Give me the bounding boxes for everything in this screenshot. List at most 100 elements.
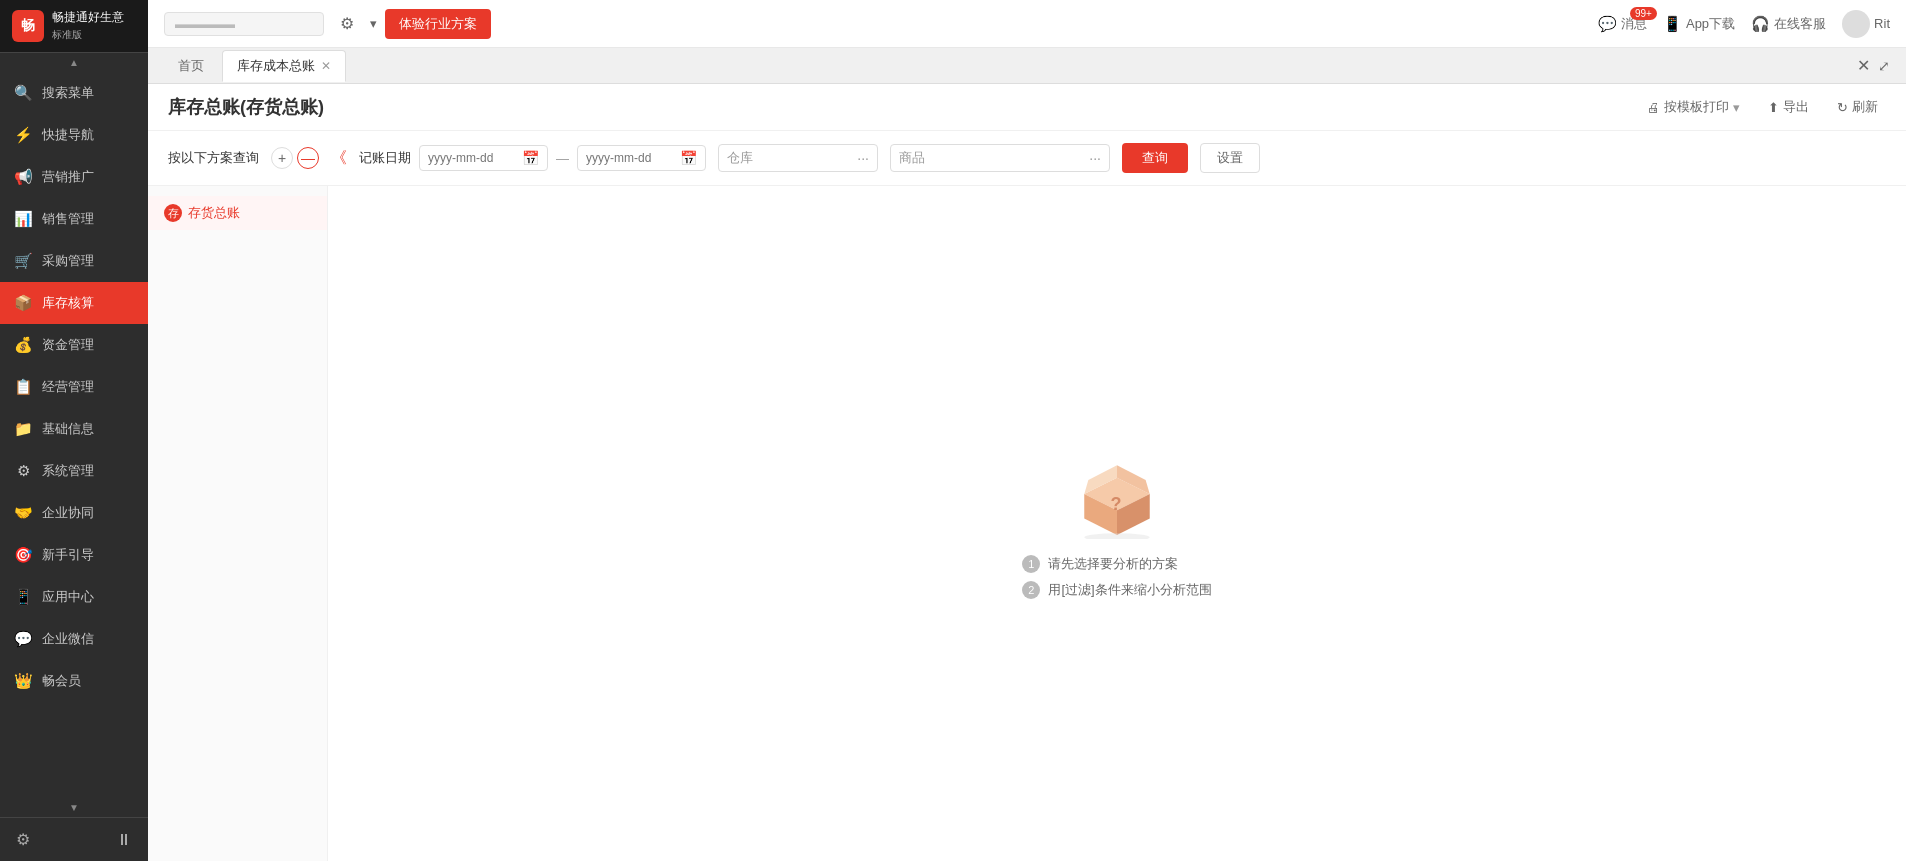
sidebar-item-purchase[interactable]: 🛒 采购管理 xyxy=(0,240,148,282)
sidebar-item-sales[interactable]: 📊 销售管理 xyxy=(0,198,148,240)
warehouse-more-icon[interactable]: ··· xyxy=(857,150,869,166)
settings-button[interactable]: 设置 xyxy=(1200,143,1260,173)
refresh-action[interactable]: ↻ 刷新 xyxy=(1829,94,1886,120)
warehouse-select[interactable]: 仓库 ··· xyxy=(718,144,878,172)
print-template-label: 按模板打印 xyxy=(1664,98,1729,116)
collapse-btn[interactable]: ⏸ xyxy=(112,827,136,853)
filter-delete-btn[interactable]: — xyxy=(297,147,319,169)
page-header: 库存总账(存货总账) 🖨 按模板打印 ▾ ⬆ 导出 ↻ 刷新 xyxy=(148,84,1906,131)
print-template-action[interactable]: 🖨 按模板打印 ▾ xyxy=(1639,94,1748,120)
tab-resize-icon[interactable]: ⤢ xyxy=(1878,58,1890,74)
print-dropdown-icon[interactable]: ▾ xyxy=(1733,100,1740,115)
user-name: Rit xyxy=(1874,16,1890,31)
tab-inventory-ledger[interactable]: 库存成本总账 ✕ xyxy=(222,50,346,82)
tip-num-2: 2 xyxy=(1022,581,1040,599)
sidebar-item-label: 企业协同 xyxy=(42,504,94,522)
empty-illustration: ? 1 请先选择要分析的方案 2 用[过滤]条件来缩小分析范围 xyxy=(1022,449,1211,599)
main-area: ▬▬▬▬▬ ⚙ ▾ 体验行业方案 💬 消息 99+ 📱 App下载 🎧 在线客服 xyxy=(148,0,1906,861)
product-more-icon[interactable]: ··· xyxy=(1089,150,1101,166)
header-settings-icon[interactable]: ⚙ xyxy=(332,10,362,37)
export-icon: ⬆ xyxy=(1768,100,1779,115)
filter-collapse-btn[interactable]: 《 xyxy=(331,148,347,169)
page-content: 库存总账(存货总账) 🖨 按模板打印 ▾ ⬆ 导出 ↻ 刷新 按以下方案查询 xyxy=(148,84,1906,861)
filter-add-btn[interactable]: + xyxy=(271,147,293,169)
date-end-input[interactable]: 📅 xyxy=(577,145,706,171)
app-download-item[interactable]: 📱 App下载 xyxy=(1663,15,1735,33)
filter-label: 按以下方案查询 xyxy=(168,149,259,167)
sidebar-item-newbie[interactable]: 🎯 新手引导 xyxy=(0,534,148,576)
date-end-field[interactable] xyxy=(586,151,676,165)
left-panel: 存 存货总账 xyxy=(148,186,328,861)
sidebar-item-label: 应用中心 xyxy=(42,588,94,606)
page-header-right: 🖨 按模板打印 ▾ ⬆ 导出 ↻ 刷新 xyxy=(1639,94,1886,120)
calendar-end-icon[interactable]: 📅 xyxy=(680,150,697,166)
query-button[interactable]: 查询 xyxy=(1122,143,1188,173)
printer-icon: 🖨 xyxy=(1647,100,1660,115)
settings-bottom-btn[interactable]: ⚙ xyxy=(12,826,34,853)
inventory-ledger-label: 存货总账 xyxy=(188,204,240,222)
quicknav-icon: ⚡ xyxy=(14,126,32,144)
logo-icon: 畅 xyxy=(12,10,44,42)
newbie-icon: 🎯 xyxy=(14,546,32,564)
date-field-label: 记账日期 xyxy=(359,149,411,167)
sidebar-item-enterprise-wechat[interactable]: 💬 企业微信 xyxy=(0,618,148,660)
message-badge: 99+ xyxy=(1630,7,1657,20)
tab-close-panel-icon[interactable]: ✕ xyxy=(1857,56,1870,75)
calendar-start-icon[interactable]: 📅 xyxy=(522,150,539,166)
inventory-ledger-icon: 存 xyxy=(164,204,182,222)
sidebar-item-search[interactable]: 🔍 搜索菜单 xyxy=(0,72,148,114)
user-avatar-item[interactable]: Rit xyxy=(1842,10,1890,38)
system-icon: ⚙ xyxy=(14,462,32,480)
tip-item-1: 1 请先选择要分析的方案 xyxy=(1022,555,1211,573)
user-avatar xyxy=(1842,10,1870,38)
online-support-item[interactable]: 🎧 在线客服 xyxy=(1751,15,1826,33)
refresh-label: 刷新 xyxy=(1852,98,1878,116)
date-start-input[interactable]: 📅 xyxy=(419,145,548,171)
tab-home-label: 首页 xyxy=(178,57,204,75)
empty-tips: 1 请先选择要分析的方案 2 用[过滤]条件来缩小分析范围 xyxy=(1022,555,1211,599)
sidebar-scroll-down[interactable]: ▼ xyxy=(0,798,148,817)
marketing-icon: 📢 xyxy=(14,168,32,186)
inventory-icon: 📦 xyxy=(14,294,32,312)
export-action[interactable]: ⬆ 导出 xyxy=(1760,94,1817,120)
sales-icon: 📊 xyxy=(14,210,32,228)
sidebar-item-marketing[interactable]: 📢 营销推广 xyxy=(0,156,148,198)
date-start-field[interactable] xyxy=(428,151,518,165)
sidebar-item-basic-info[interactable]: 📁 基础信息 xyxy=(0,408,148,450)
sidebar-item-operations[interactable]: 📋 经营管理 xyxy=(0,366,148,408)
tab-close-icon[interactable]: ✕ xyxy=(321,59,331,73)
sidebar-item-label: 经营管理 xyxy=(42,378,94,396)
sidebar-item-label: 销售管理 xyxy=(42,210,94,228)
warehouse-label: 仓库 xyxy=(727,149,853,167)
online-support-label: 在线客服 xyxy=(1774,15,1826,33)
dropdown-arrow[interactable]: ▾ xyxy=(370,16,377,31)
sidebar-item-label: 采购管理 xyxy=(42,252,94,270)
sidebar-item-membership[interactable]: 👑 畅会员 xyxy=(0,660,148,702)
sidebar-scroll-up[interactable]: ▲ xyxy=(0,53,148,72)
filter-add-buttons: + — xyxy=(271,147,319,169)
sidebar-item-system[interactable]: ⚙ 系统管理 xyxy=(0,450,148,492)
industry-button[interactable]: 体验行业方案 xyxy=(385,9,491,39)
sidebar-item-inventory[interactable]: 📦 库存核算 xyxy=(0,282,148,324)
sidebar-item-appcenter[interactable]: 📱 应用中心 xyxy=(0,576,148,618)
tab-home[interactable]: 首页 xyxy=(164,51,218,81)
headset-icon: 🎧 xyxy=(1751,15,1770,33)
header-search-box[interactable]: ▬▬▬▬▬ xyxy=(164,12,324,36)
tip-num-1: 1 xyxy=(1022,555,1040,573)
sidebar-item-label: 畅会员 xyxy=(42,672,81,690)
message-item[interactable]: 💬 消息 99+ xyxy=(1598,15,1647,33)
search-icon: 🔍 xyxy=(14,84,32,102)
collaboration-icon: 🤝 xyxy=(14,504,32,522)
sidebar-item-label: 企业微信 xyxy=(42,630,94,648)
tab-bar: 首页 库存成本总账 ✕ ✕ ⤢ xyxy=(148,48,1906,84)
sidebar-item-finance[interactable]: 💰 资金管理 xyxy=(0,324,148,366)
tip-text-2: 用[过滤]条件来缩小分析范围 xyxy=(1048,581,1211,599)
app-download-label: App下载 xyxy=(1686,15,1735,33)
product-select[interactable]: 商品 ··· xyxy=(890,144,1110,172)
sidebar-item-quicknav[interactable]: ⚡ 快捷导航 xyxy=(0,114,148,156)
sidebar-item-collaboration[interactable]: 🤝 企业协同 xyxy=(0,492,148,534)
sidebar-item-label: 库存核算 xyxy=(42,294,94,312)
enterprise-wechat-icon: 💬 xyxy=(14,630,32,648)
phone-icon: 📱 xyxy=(1663,15,1682,33)
left-panel-item-inventory[interactable]: 存 存货总账 xyxy=(148,196,327,230)
